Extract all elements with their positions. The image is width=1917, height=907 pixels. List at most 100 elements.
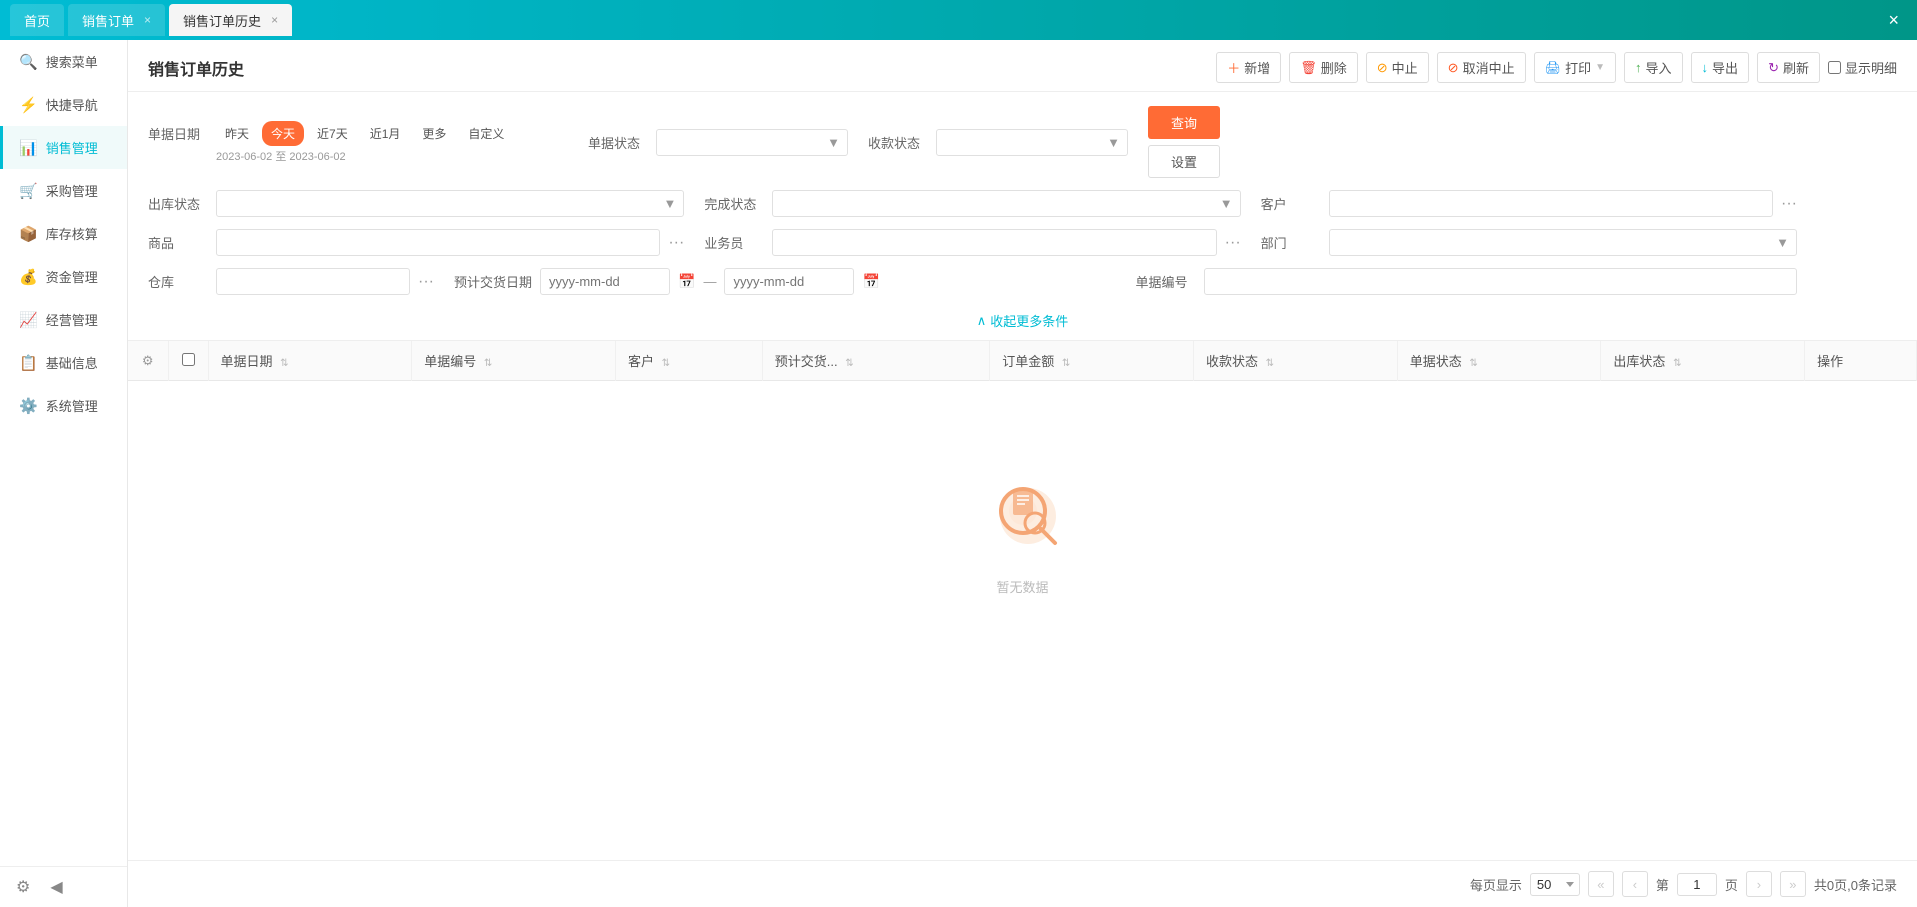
data-table: ⚙ 单据日期 ⇅ 单据编号 ⇅: [128, 341, 1917, 381]
sidebar-item-inventory[interactable]: 📦 库存核算: [0, 212, 127, 255]
th-customer-sort[interactable]: ⇅: [662, 358, 670, 369]
export-icon: ↓: [1702, 60, 1709, 75]
tab-home[interactable]: 首页: [10, 4, 64, 36]
settings-gear-icon[interactable]: ⚙: [142, 353, 154, 368]
window-close-button[interactable]: ×: [1880, 10, 1907, 31]
sidebar-item-search-menu[interactable]: 🔍 搜索菜单: [0, 40, 127, 83]
prev-page-button[interactable]: ‹: [1622, 871, 1648, 897]
sidebar-item-purchase-mgmt[interactable]: 🛒 采购管理: [0, 169, 127, 212]
export-button[interactable]: ↓ 导出: [1691, 52, 1750, 83]
date-btn-last1month[interactable]: 近1月: [361, 121, 410, 146]
content-area: 销售订单历史 ＋ 新增 🗑 删除 ⊘ 中止 ⊘ 取消中止: [128, 40, 1917, 907]
warehouse-dots[interactable]: ···: [418, 273, 434, 291]
import-button[interactable]: ↑ 导入: [1624, 52, 1683, 83]
delete-button[interactable]: 🗑 删除: [1289, 52, 1358, 83]
empty-illustration: [973, 461, 1073, 561]
refresh-button[interactable]: ↻ 刷新: [1757, 52, 1820, 83]
first-page-button[interactable]: «: [1588, 871, 1614, 897]
collapse-row[interactable]: ∧ 收起更多条件: [148, 307, 1897, 330]
finance-icon: 💰: [19, 268, 38, 286]
show-details-label: 显示明细: [1845, 58, 1897, 77]
sidebar-item-purchase-mgmt-label: 采购管理: [46, 181, 98, 200]
print-dropdown-icon: ▼: [1595, 62, 1605, 73]
th-payment-status-sort[interactable]: ⇅: [1266, 358, 1274, 369]
sidebar-settings-icon[interactable]: ⚙: [16, 877, 30, 897]
doc-number-field: 单据编号: [1136, 268, 1798, 295]
total-info: 共0页,0条记录: [1814, 875, 1897, 894]
expected-delivery-calendar-from[interactable]: 📅: [678, 273, 695, 290]
doc-number-input[interactable]: [1204, 268, 1798, 295]
sidebar-item-sales-mgmt[interactable]: 📊 销售管理: [0, 126, 127, 169]
completion-status-select[interactable]: [772, 190, 1240, 217]
product-dots[interactable]: ···: [668, 234, 684, 252]
outbound-status-select[interactable]: [216, 190, 684, 217]
order-status-select-wrap: ▼: [656, 129, 848, 156]
next-page-button[interactable]: ›: [1746, 871, 1772, 897]
th-doc-status-sort[interactable]: ⇅: [1469, 358, 1477, 369]
sidebar-collapse-icon[interactable]: ◀: [50, 877, 62, 897]
th-doc-number-sort[interactable]: ⇅: [484, 358, 492, 369]
date-btn-custom[interactable]: 自定义: [459, 121, 513, 146]
order-status-select[interactable]: [656, 129, 848, 156]
payment-status-label: 收款状态: [868, 133, 928, 152]
show-details-checkbox-wrap[interactable]: 显示明细: [1828, 58, 1897, 77]
sales-mgmt-icon: 📊: [19, 139, 38, 157]
th-settings[interactable]: ⚙: [128, 341, 168, 381]
sidebar-item-base-info[interactable]: 📋 基础信息: [0, 341, 127, 384]
query-button[interactable]: 查询: [1148, 106, 1220, 139]
expected-delivery-from[interactable]: [540, 268, 670, 295]
th-order-amount-sort[interactable]: ⇅: [1062, 358, 1070, 369]
tab-sales-order-history-close[interactable]: ×: [271, 13, 278, 27]
date-btn-yesterday[interactable]: 昨天: [216, 121, 258, 146]
date-btn-more[interactable]: 更多: [413, 121, 455, 146]
th-checkbox[interactable]: [168, 341, 208, 381]
salesperson-input[interactable]: [772, 229, 1216, 256]
customer-input[interactable]: [1329, 190, 1773, 217]
cancel-stop-button[interactable]: ⊘ 取消中止: [1437, 52, 1526, 83]
th-doc-number: 单据编号 ⇅: [412, 341, 616, 381]
th-payment-status: 收款状态 ⇅: [1193, 341, 1397, 381]
th-expected-delivery-sort[interactable]: ⇅: [845, 358, 853, 369]
customer-dots[interactable]: ···: [1781, 195, 1797, 213]
page-label-text: 页: [1725, 875, 1738, 894]
settings-button[interactable]: 设置: [1148, 145, 1220, 178]
sidebar-item-sys-mgmt[interactable]: ⚙️ 系统管理: [0, 384, 127, 427]
payment-status-select[interactable]: [936, 129, 1128, 156]
th-date-sort[interactable]: ⇅: [280, 358, 288, 369]
add-button[interactable]: ＋ 新增: [1216, 52, 1281, 83]
expected-delivery-calendar-to[interactable]: 📅: [862, 273, 879, 290]
th-order-amount: 订单金额 ⇅: [990, 341, 1194, 381]
show-details-checkbox[interactable]: [1828, 61, 1841, 74]
department-select-wrap: ▼: [1329, 229, 1797, 256]
product-input[interactable]: [216, 229, 660, 256]
sidebar-item-search-menu-label: 搜索菜单: [46, 52, 98, 71]
expected-delivery-to[interactable]: [724, 268, 854, 295]
product-label: 商品: [148, 233, 208, 252]
sidebar-item-quick-nav[interactable]: ⚡ 快捷导航: [0, 83, 127, 126]
warehouse-input[interactable]: [216, 268, 410, 295]
salesperson-dots[interactable]: ···: [1225, 234, 1241, 252]
expected-delivery-label: 预计交货日期: [454, 272, 532, 291]
date-btn-today[interactable]: 今天: [262, 121, 304, 146]
stop-button[interactable]: ⊘ 中止: [1366, 52, 1429, 83]
page-number-input[interactable]: [1677, 873, 1717, 896]
date-filter-label: 单据日期: [148, 124, 208, 143]
tab-sales-order-close[interactable]: ×: [144, 13, 151, 27]
tab-sales-order-history[interactable]: 销售订单历史 ×: [169, 4, 292, 36]
department-select[interactable]: [1329, 229, 1797, 256]
per-page-select[interactable]: 50 20 100: [1530, 873, 1580, 896]
date-btn-last7[interactable]: 近7天: [308, 121, 357, 146]
sys-mgmt-icon: ⚙️: [19, 397, 38, 415]
filter-row-2: 出库状态 ▼ 完成状态 ▼: [148, 190, 1897, 217]
tab-home-label: 首页: [24, 11, 50, 30]
tab-sales-order[interactable]: 销售订单 ×: [68, 4, 165, 36]
sidebar-item-operations[interactable]: 📈 经营管理: [0, 298, 127, 341]
sidebar-item-finance[interactable]: 💰 资金管理: [0, 255, 127, 298]
last-page-button[interactable]: »: [1780, 871, 1806, 897]
select-all-checkbox[interactable]: [182, 353, 195, 366]
payment-status-select-wrap: ▼: [936, 129, 1128, 156]
th-date: 单据日期 ⇅: [208, 341, 412, 381]
th-outbound-status-sort[interactable]: ⇅: [1673, 358, 1681, 369]
quick-nav-icon: ⚡: [19, 96, 38, 114]
print-button[interactable]: 🖨 打印 ▼: [1534, 52, 1616, 83]
